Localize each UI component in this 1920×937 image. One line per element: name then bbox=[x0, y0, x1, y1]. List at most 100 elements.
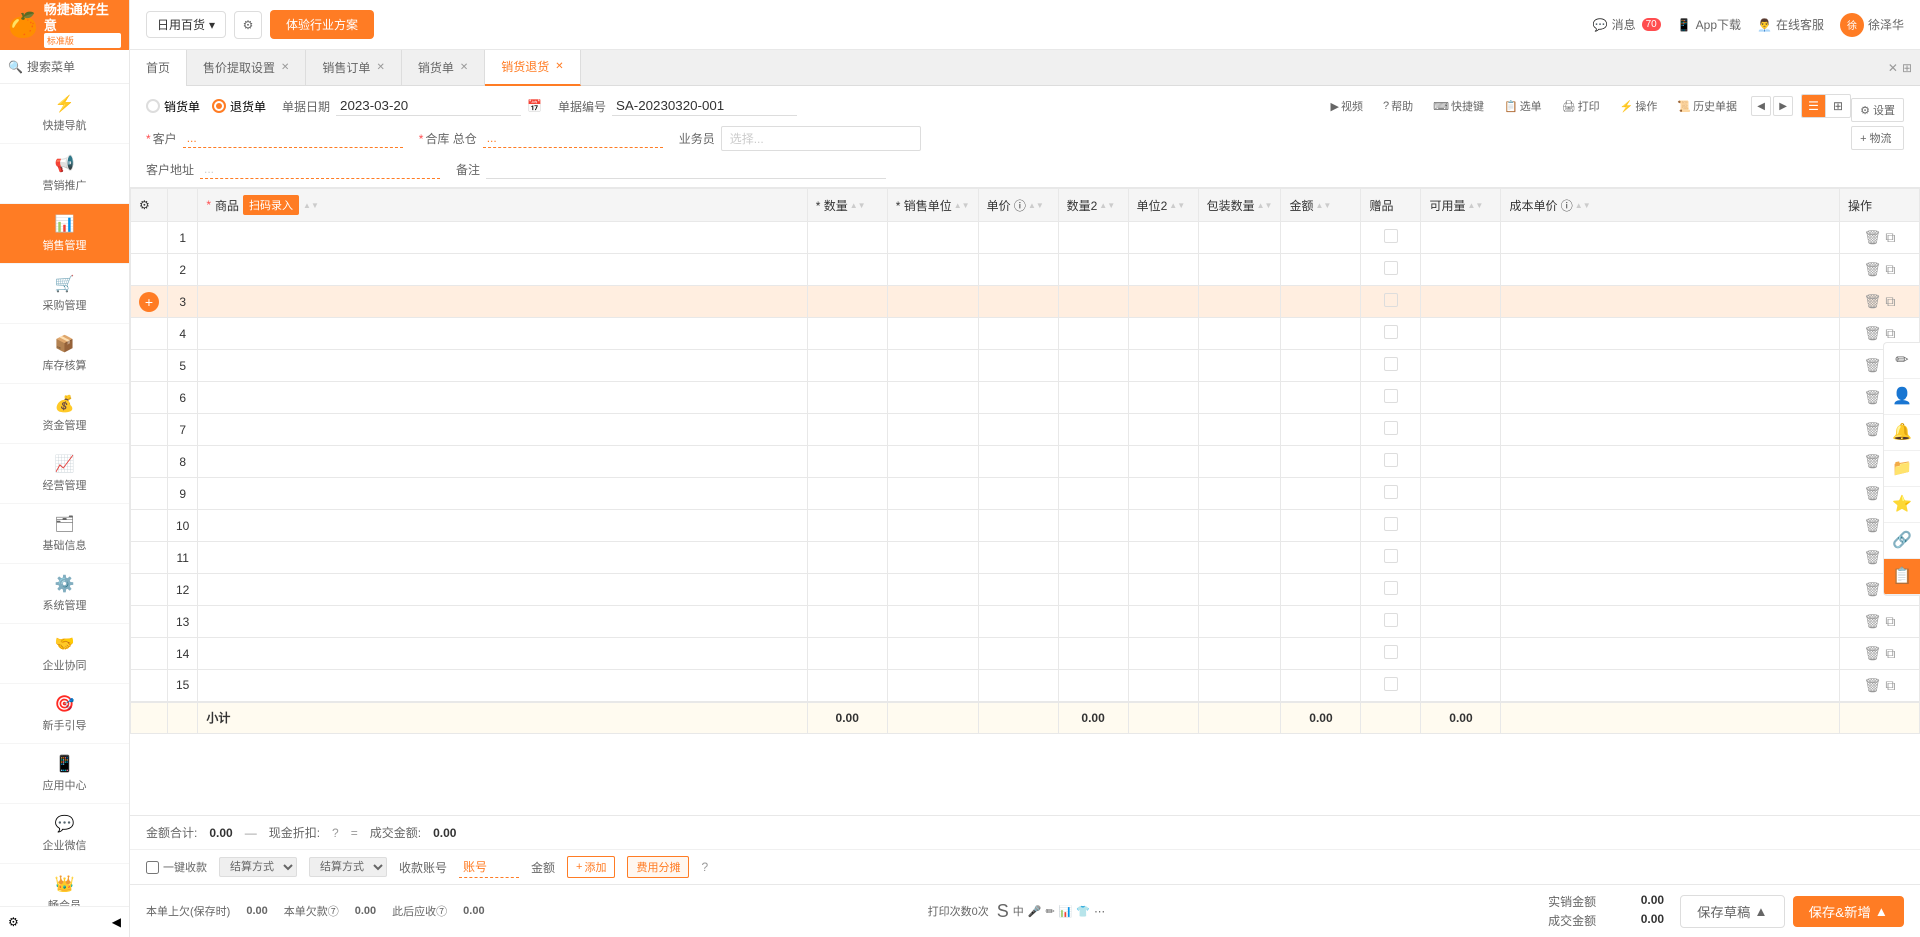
amount-cell[interactable] bbox=[1281, 350, 1361, 382]
cost-price-cell[interactable] bbox=[1501, 222, 1840, 254]
app-download-btn[interactable]: 📱 App下载 bbox=[1677, 16, 1741, 33]
delete-row-btn[interactable]: 🗑 bbox=[1864, 229, 1882, 246]
available-cell[interactable] bbox=[1421, 510, 1501, 542]
cost-price-cell[interactable] bbox=[1501, 318, 1840, 350]
sidebar-item-shortcut[interactable]: ⚡ 快捷导航 bbox=[0, 84, 129, 144]
qty2-cell[interactable] bbox=[1058, 222, 1128, 254]
tab-sales-delivery[interactable]: 销货单 ✕ bbox=[402, 50, 485, 86]
qty2-cell[interactable] bbox=[1058, 254, 1128, 286]
split-help-icon[interactable]: ? bbox=[701, 860, 708, 874]
gift-checkbox[interactable] bbox=[1384, 581, 1398, 595]
pkg-qty-cell[interactable] bbox=[1198, 382, 1281, 414]
unit2-cell[interactable] bbox=[1128, 638, 1198, 670]
unit-cell[interactable] bbox=[887, 606, 978, 638]
cost-price-sort[interactable]: ▲▼ bbox=[1575, 201, 1591, 210]
unit2-cell[interactable] bbox=[1128, 222, 1198, 254]
tab-sales-delivery-close[interactable]: ✕ bbox=[460, 62, 468, 73]
price-sort[interactable]: ▲▼ bbox=[1028, 201, 1044, 210]
quantity-cell[interactable] bbox=[807, 478, 887, 510]
qty2-cell[interactable] bbox=[1058, 574, 1128, 606]
copy-row-btn[interactable]: ⧉ bbox=[1885, 261, 1895, 278]
unit2-sort[interactable]: ▲▼ bbox=[1169, 201, 1185, 210]
amount-sort[interactable]: ▲▼ bbox=[1315, 201, 1331, 210]
cost-price-cell[interactable] bbox=[1501, 574, 1840, 606]
unit2-cell[interactable] bbox=[1128, 414, 1198, 446]
pkg-qty-cell[interactable] bbox=[1198, 254, 1281, 286]
amount-cell[interactable] bbox=[1281, 638, 1361, 670]
amount-cell[interactable] bbox=[1281, 254, 1361, 286]
quantity-cell[interactable] bbox=[807, 542, 887, 574]
delete-row-btn[interactable]: 🗑 bbox=[1864, 581, 1882, 598]
amount-cell[interactable] bbox=[1281, 478, 1361, 510]
staff-input[interactable]: 选择... bbox=[721, 126, 921, 151]
tab-price-settings-close[interactable]: ✕ bbox=[281, 62, 289, 73]
unit-cell[interactable] bbox=[887, 286, 978, 318]
qty2-cell[interactable] bbox=[1058, 446, 1128, 478]
product-cell[interactable] bbox=[198, 350, 807, 382]
unit-cell[interactable] bbox=[887, 350, 978, 382]
quantity-cell[interactable] bbox=[807, 574, 887, 606]
quantity-cell[interactable] bbox=[807, 670, 887, 702]
available-cell[interactable] bbox=[1421, 286, 1501, 318]
unit-cell[interactable] bbox=[887, 254, 978, 286]
available-cell[interactable] bbox=[1421, 670, 1501, 702]
address-input[interactable]: ... bbox=[200, 160, 440, 179]
amount-cell[interactable] bbox=[1281, 286, 1361, 318]
delete-row-btn[interactable]: 🗑 bbox=[1864, 325, 1882, 342]
delete-row-btn[interactable]: 🗑 bbox=[1864, 677, 1882, 694]
settings-side-btn[interactable]: ⚙ 设置 bbox=[1851, 98, 1904, 122]
amount-cell[interactable] bbox=[1281, 670, 1361, 702]
available-cell[interactable] bbox=[1421, 638, 1501, 670]
sidebar-settings-icon[interactable]: ⚙ bbox=[8, 915, 19, 929]
pkg-qty-cell[interactable] bbox=[1198, 446, 1281, 478]
quantity-cell[interactable] bbox=[807, 350, 887, 382]
tab-sales-order-close[interactable]: ✕ bbox=[376, 62, 384, 73]
experience-btn[interactable]: 体验行业方案 bbox=[270, 10, 374, 39]
radio-return[interactable]: 退货单 bbox=[212, 98, 266, 115]
qty2-cell[interactable] bbox=[1058, 318, 1128, 350]
price-cell[interactable] bbox=[978, 542, 1058, 574]
tab-sales-return[interactable]: 销货退货 ✕ bbox=[485, 50, 580, 86]
amount-cell[interactable] bbox=[1281, 542, 1361, 574]
unit2-cell[interactable] bbox=[1128, 286, 1198, 318]
amount-cell[interactable] bbox=[1281, 382, 1361, 414]
unit-cell[interactable] bbox=[887, 542, 978, 574]
price-cell[interactable] bbox=[978, 478, 1058, 510]
quantity-cell[interactable] bbox=[807, 286, 887, 318]
gift-checkbox[interactable] bbox=[1384, 613, 1398, 627]
tab-price-settings[interactable]: 售价提取设置 ✕ bbox=[187, 50, 306, 86]
pkg-qty-cell[interactable] bbox=[1198, 478, 1281, 510]
sidebar-item-member[interactable]: 👑 畅会员 bbox=[0, 864, 129, 906]
tab-home[interactable]: 首页 bbox=[130, 50, 187, 86]
amount-cell[interactable] bbox=[1281, 318, 1361, 350]
delete-row-btn[interactable]: 🗑 bbox=[1864, 293, 1882, 310]
pkg-qty-cell[interactable] bbox=[1198, 222, 1281, 254]
unit-cell[interactable] bbox=[887, 670, 978, 702]
available-cell[interactable] bbox=[1421, 542, 1501, 574]
qty2-cell[interactable] bbox=[1058, 606, 1128, 638]
nav-next-btn[interactable]: ▶ bbox=[1773, 96, 1793, 116]
quantity-cell[interactable] bbox=[807, 382, 887, 414]
delete-row-btn[interactable]: 🗑 bbox=[1864, 389, 1882, 406]
delete-row-btn[interactable]: 🗑 bbox=[1864, 517, 1882, 534]
unit2-cell[interactable] bbox=[1128, 574, 1198, 606]
sidebar-item-finance[interactable]: 💰 资金管理 bbox=[0, 384, 129, 444]
amount-cell[interactable] bbox=[1281, 446, 1361, 478]
price-cell[interactable] bbox=[978, 574, 1058, 606]
unit2-cell[interactable] bbox=[1128, 446, 1198, 478]
sidebar-item-inventory[interactable]: 📦 库存核算 bbox=[0, 324, 129, 384]
amount-cell[interactable] bbox=[1281, 510, 1361, 542]
right-tool-star[interactable]: ⭐ bbox=[1884, 487, 1920, 523]
qty2-cell[interactable] bbox=[1058, 670, 1128, 702]
warehouse-input[interactable]: ... bbox=[483, 129, 663, 148]
discount-help-icon[interactable]: ? bbox=[332, 826, 339, 840]
gift-checkbox[interactable] bbox=[1384, 485, 1398, 499]
unit2-cell[interactable] bbox=[1128, 606, 1198, 638]
product-cell[interactable] bbox=[198, 574, 807, 606]
price-cell[interactable] bbox=[978, 222, 1058, 254]
expense-split-btn[interactable]: 费用分摊 bbox=[627, 856, 689, 878]
product-cell[interactable] bbox=[198, 318, 807, 350]
available-cell[interactable] bbox=[1421, 382, 1501, 414]
quantity-cell[interactable] bbox=[807, 318, 887, 350]
quantity-cell[interactable] bbox=[807, 254, 887, 286]
